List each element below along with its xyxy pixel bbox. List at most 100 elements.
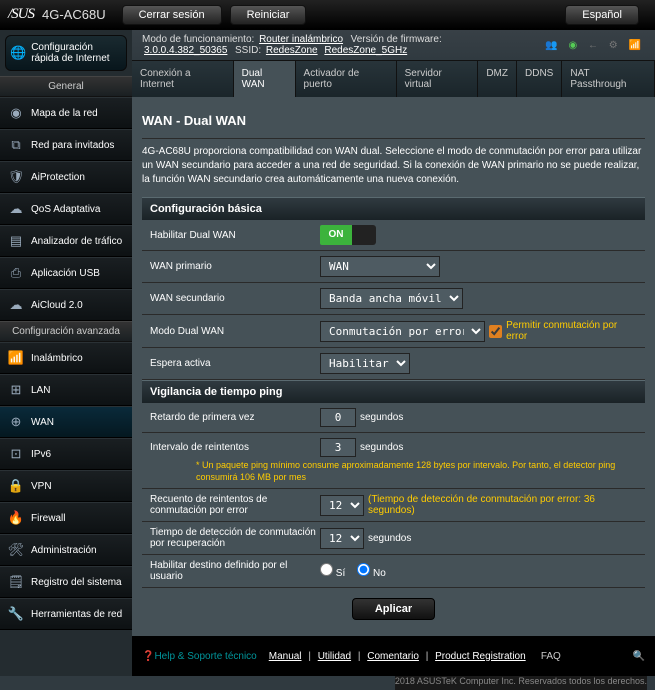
lbl-interval: Intervalo de reintentos xyxy=(150,442,320,453)
copyright: 2018 ASUSTeK Computer Inc. Reservados to… xyxy=(395,676,647,690)
hint-failtime: (Tiempo de detección de conmutación por … xyxy=(368,494,637,516)
sidebar: 🌐 Configuración rápida de Internet Gener… xyxy=(0,30,132,676)
lbl-failback: Permitir conmutación por error xyxy=(506,320,637,342)
select-failcount[interactable]: 12 xyxy=(320,495,364,516)
sidebar-item[interactable]: 🔥Firewall xyxy=(0,502,132,534)
tab[interactable]: NAT Passthrough xyxy=(562,61,655,97)
lbl-userdef: Habilitar destino definido por el usuari… xyxy=(150,560,320,582)
side-icon: ☁ xyxy=(6,201,26,217)
brand-logo: /SUS xyxy=(8,6,34,23)
sidebar-item[interactable]: 🛡AiProtection xyxy=(0,161,132,193)
ssid-24[interactable]: RedesZone xyxy=(266,45,318,56)
footer: ❓ Help & Soporte técnico Manual | Utilid… xyxy=(132,636,655,676)
input-interval[interactable] xyxy=(320,438,356,457)
status-icons: 👥 ◉ ← ⚙ 📶 xyxy=(545,40,645,51)
sidebar-head-advanced: Configuración avanzada xyxy=(0,321,132,342)
search-icon[interactable]: 🔍 xyxy=(633,651,645,662)
tab[interactable]: Activador de puerto xyxy=(296,61,397,97)
toggle-dualwan[interactable]: ON xyxy=(320,225,376,245)
info-row: Modo de funcionamiento: Router inalámbri… xyxy=(132,30,655,60)
footer-link[interactable]: Utilidad xyxy=(318,651,351,662)
select-mode[interactable]: Conmutación por error xyxy=(320,321,485,342)
tab[interactable]: Dual WAN xyxy=(234,61,296,97)
section-ping: Vigilancia de tiempo ping xyxy=(142,380,645,403)
top-bar: /SUS 4G-AC68U Cerrar sesión Reiniciar Es… xyxy=(0,0,655,30)
sidebar-item[interactable]: ⊞LAN xyxy=(0,374,132,406)
globe-icon: 🌐 xyxy=(10,45,26,61)
lbl-mode: Modo Dual WAN xyxy=(150,326,320,337)
lbl-enable: Habilitar Dual WAN xyxy=(150,230,320,241)
sidebar-item[interactable]: 📶Inalámbrico xyxy=(0,342,132,374)
help-label: Help & Soporte técnico xyxy=(154,651,256,662)
lbl-delay: Retardo de primera vez xyxy=(150,412,320,423)
ssid-5g[interactable]: RedesZone_5GHz xyxy=(324,45,407,56)
sidebar-item[interactable]: ☁AiCloud 2.0 xyxy=(0,289,132,321)
sidebar-head-general: General xyxy=(0,76,132,97)
side-icon: 🔧 xyxy=(6,606,26,622)
sidebar-item[interactable]: ⊡IPv6 xyxy=(0,438,132,470)
mode-value[interactable]: Router inalámbrico xyxy=(259,34,343,45)
select-secondary[interactable]: Banda ancha móvil xyxy=(320,288,463,309)
sidebar-item[interactable]: 🔧Herramientas de red xyxy=(0,598,132,630)
apply-button[interactable]: Aplicar xyxy=(352,598,435,620)
ssid-label: SSID: xyxy=(235,45,261,56)
reboot-button[interactable]: Reiniciar xyxy=(230,5,307,25)
lbl-primary: WAN primario xyxy=(150,261,320,272)
side-icon: ◉ xyxy=(6,105,26,121)
sidebar-item[interactable]: ⊕WAN xyxy=(0,406,132,438)
sidebar-item[interactable]: 🔒VPN xyxy=(0,470,132,502)
select-rectime[interactable]: 12 xyxy=(320,528,364,549)
side-icon: ⧉ xyxy=(6,137,26,153)
side-icon: 📶 xyxy=(6,350,26,366)
sidebar-general-group: ◉Mapa de la red⧉Red para invitados🛡AiPro… xyxy=(0,97,132,321)
radio-no[interactable] xyxy=(357,563,370,576)
side-icon: ⎙ xyxy=(6,265,26,281)
sidebar-item[interactable]: ⧉Red para invitados xyxy=(0,129,132,161)
sidebar-item[interactable]: 🛠Administración xyxy=(0,534,132,566)
chk-failback[interactable] xyxy=(489,325,502,338)
mode-label: Modo de funcionamiento: xyxy=(142,34,254,45)
hint-interval: * Un paquete ping mínimo consume aproxim… xyxy=(150,460,637,483)
select-hot[interactable]: Habilitar xyxy=(320,353,410,374)
ver-label: Versión de firmware: xyxy=(351,34,442,45)
side-icon: 🔒 xyxy=(6,478,26,494)
page-desc: 4G-AC68U proporciona compatibilidad con … xyxy=(142,145,645,187)
section-basic: Configuración básica xyxy=(142,197,645,220)
sidebar-item[interactable]: ⎙Aplicación USB xyxy=(0,257,132,289)
side-icon: ⊕ xyxy=(6,414,26,430)
quick-setup-button[interactable]: 🌐 Configuración rápida de Internet xyxy=(5,35,127,71)
faq-link[interactable]: FAQ xyxy=(541,651,561,662)
model-label: 4G-AC68U xyxy=(42,7,106,22)
lbl-secondary: WAN secundario xyxy=(150,293,320,304)
tab[interactable]: Servidor virtual xyxy=(397,61,479,97)
sidebar-item[interactable]: ◉Mapa de la red xyxy=(0,97,132,129)
input-delay[interactable] xyxy=(320,408,356,427)
tab-bar: Conexión a InternetDual WANActivador de … xyxy=(132,60,655,97)
lbl-failcount: Recuento de reintentos de conmutación po… xyxy=(150,494,320,516)
side-icon: 🛡 xyxy=(6,169,26,185)
tab[interactable]: DDNS xyxy=(517,61,562,97)
sidebar-item[interactable]: ☁QoS Adaptativa xyxy=(0,193,132,225)
sidebar-item[interactable]: 🗒Registro del sistema xyxy=(0,566,132,598)
footer-link[interactable]: Manual xyxy=(269,651,302,662)
ver-value[interactable]: 3.0.0.4.382_50365 xyxy=(144,45,227,56)
tab[interactable]: Conexión a Internet xyxy=(132,61,234,97)
language-select[interactable]: Español xyxy=(565,5,639,25)
side-icon: 🗒 xyxy=(6,574,26,590)
footer-link[interactable]: Comentario xyxy=(367,651,419,662)
footer-link[interactable]: Product Registration xyxy=(435,651,526,662)
tab[interactable]: DMZ xyxy=(478,61,517,97)
sidebar-item[interactable]: ▤Analizador de tráfico xyxy=(0,225,132,257)
side-icon: ☁ xyxy=(6,297,26,313)
side-icon: ⊞ xyxy=(6,382,26,398)
side-icon: 🔥 xyxy=(6,510,26,526)
radio-yes[interactable] xyxy=(320,563,333,576)
lbl-hot: Espera activa xyxy=(150,358,320,369)
sidebar-advanced-group: 📶Inalámbrico⊞LAN⊕WAN⊡IPv6🔒VPN🔥Firewall🛠A… xyxy=(0,342,132,630)
select-primary[interactable]: WAN xyxy=(320,256,440,277)
quick-label: Configuración rápida de Internet xyxy=(31,42,122,64)
page-title: WAN - Dual WAN xyxy=(142,107,645,139)
lbl-rectime: Tiempo de detección de conmutación por r… xyxy=(150,527,320,549)
side-icon: ▤ xyxy=(6,233,26,249)
logout-button[interactable]: Cerrar sesión xyxy=(122,5,222,25)
